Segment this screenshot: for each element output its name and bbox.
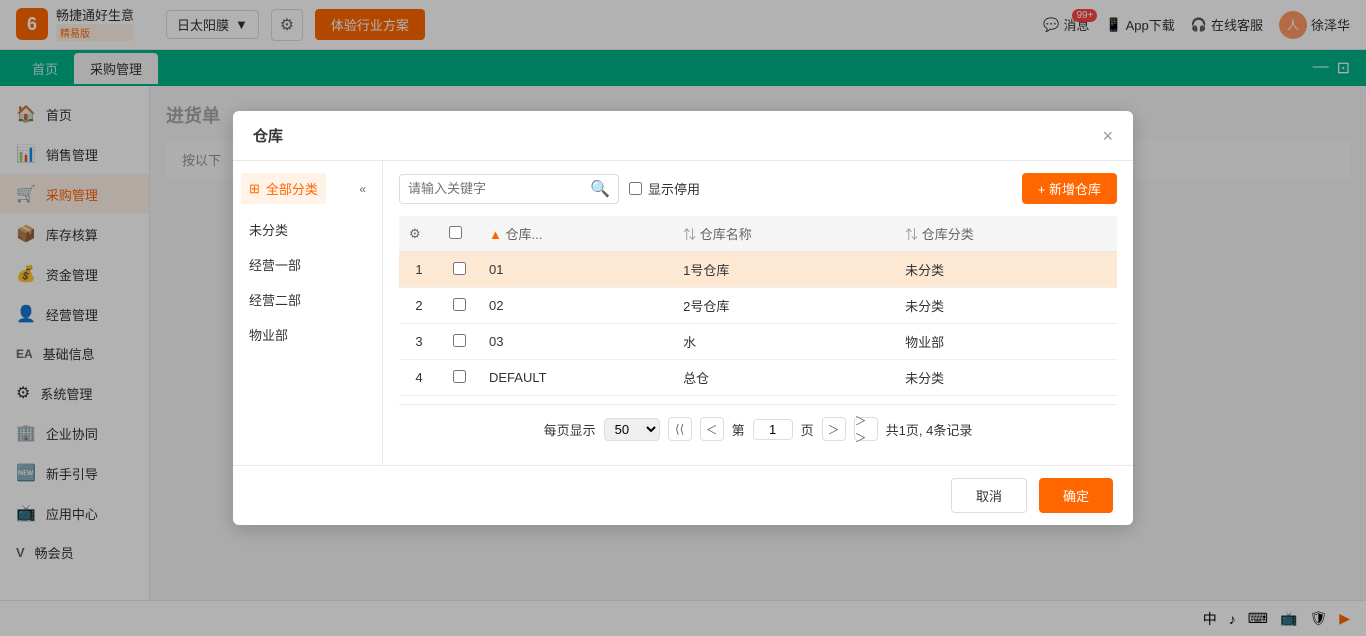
- row-num: 3: [399, 324, 439, 360]
- row-select-checkbox[interactable]: [453, 334, 466, 347]
- page-label: 第: [732, 420, 745, 439]
- row-num: 4: [399, 360, 439, 396]
- modal-sidebar-uncategorized-label: 未分类: [249, 220, 288, 239]
- modal-title: 仓库: [253, 125, 283, 146]
- modal-main-content: 🔍 显示停用 + 新增仓库 ⚙: [383, 161, 1133, 465]
- search-icon[interactable]: 🔍: [590, 179, 610, 199]
- modal-close-button[interactable]: ×: [1102, 127, 1113, 145]
- row-select-checkbox[interactable]: [453, 262, 466, 275]
- per-page-select[interactable]: 50 10 20 100: [604, 418, 660, 441]
- last-page-button[interactable]: ＞＞: [854, 417, 878, 441]
- row-category: 未分类: [895, 360, 1117, 396]
- next-page-button[interactable]: ＞: [822, 417, 846, 441]
- modal-overlay: 仓库 × ⊞ 全部分类 « 未分类 经营一部: [0, 0, 1366, 636]
- row-name: 水: [673, 324, 895, 360]
- modal-sidebar-all-label: 全部分类: [266, 179, 318, 198]
- modal-sidebar-collapse-btn[interactable]: «: [351, 178, 374, 200]
- sort-icon-category: ⇅: [905, 227, 918, 242]
- add-warehouse-button[interactable]: + 新增仓库: [1022, 173, 1117, 204]
- warehouse-modal: 仓库 × ⊞ 全部分类 « 未分类 经营一部: [233, 111, 1133, 525]
- th-checkbox: [439, 216, 479, 252]
- th-category[interactable]: ⇅ 仓库分类: [895, 216, 1117, 252]
- th-gear[interactable]: ⚙: [399, 216, 439, 252]
- table-row[interactable]: 2 02 2号仓库 未分类: [399, 288, 1117, 324]
- page-suffix: 页: [801, 420, 814, 439]
- row-code: 03: [479, 324, 673, 360]
- modal-sidebar-dept1-label: 经营一部: [249, 255, 301, 274]
- first-page-button[interactable]: ⟨⟨: [668, 417, 692, 441]
- cancel-button[interactable]: 取消: [951, 478, 1027, 513]
- modal-header: 仓库 ×: [233, 111, 1133, 161]
- row-code: 01: [479, 252, 673, 288]
- row-checkbox: [439, 324, 479, 360]
- row-code: DEFAULT: [479, 360, 673, 396]
- modal-sidebar: ⊞ 全部分类 « 未分类 经营一部 经营二部 物业部: [233, 161, 383, 465]
- table-row[interactable]: 4 DEFAULT 总仓 未分类: [399, 360, 1117, 396]
- modal-sidebar-dept2-label: 经营二部: [249, 290, 301, 309]
- row-checkbox: [439, 288, 479, 324]
- row-select-checkbox[interactable]: [453, 370, 466, 383]
- show-disabled-text: 显示停用: [648, 179, 700, 198]
- modal-sidebar-dept2[interactable]: 经营二部: [233, 282, 382, 317]
- table-body: 1 01 1号仓库 未分类 2: [399, 252, 1117, 396]
- pagination: 每页显示 50 10 20 100 ⟨⟨ ＜ 第 页 ＞ ＞＞ 共1页, 4条记…: [399, 404, 1117, 453]
- search-input[interactable]: [408, 181, 590, 196]
- table-row[interactable]: 1 01 1号仓库 未分类: [399, 252, 1117, 288]
- row-code: 02: [479, 288, 673, 324]
- th-name[interactable]: ⇅ 仓库名称: [673, 216, 895, 252]
- page-input[interactable]: [753, 419, 793, 440]
- sort-icon: ▲: [489, 227, 502, 242]
- row-num: 2: [399, 288, 439, 324]
- total-info: 共1页, 4条记录: [886, 420, 973, 439]
- modal-footer: 取消 确定: [233, 465, 1133, 525]
- confirm-button[interactable]: 确定: [1039, 478, 1113, 513]
- modal-sidebar-property[interactable]: 物业部: [233, 317, 382, 352]
- row-name: 1号仓库: [673, 252, 895, 288]
- prev-page-button[interactable]: ＜: [700, 417, 724, 441]
- th-code[interactable]: ▲ 仓库...: [479, 216, 673, 252]
- select-all-checkbox[interactable]: [449, 226, 462, 239]
- table-header: ⚙ ▲ 仓库... ⇅ 仓库名称: [399, 216, 1117, 252]
- show-disabled-label: 显示停用: [629, 179, 700, 198]
- modal-sidebar-all[interactable]: ⊞ 全部分类: [241, 173, 326, 204]
- row-name: 2号仓库: [673, 288, 895, 324]
- table-container: ⚙ ▲ 仓库... ⇅ 仓库名称: [399, 216, 1117, 396]
- row-category: 未分类: [895, 252, 1117, 288]
- row-num: 1: [399, 252, 439, 288]
- modal-sidebar-dept1[interactable]: 经营一部: [233, 247, 382, 282]
- row-select-checkbox[interactable]: [453, 298, 466, 311]
- row-checkbox: [439, 360, 479, 396]
- search-box: 🔍: [399, 174, 619, 204]
- show-disabled-checkbox[interactable]: [629, 182, 642, 195]
- per-page-label: 每页显示: [544, 420, 596, 439]
- row-category: 物业部: [895, 324, 1117, 360]
- modal-sidebar-uncategorized[interactable]: 未分类: [233, 212, 382, 247]
- table-row[interactable]: 3 03 水 物业部: [399, 324, 1117, 360]
- row-category: 未分类: [895, 288, 1117, 324]
- modal-body: ⊞ 全部分类 « 未分类 经营一部 经营二部 物业部: [233, 161, 1133, 465]
- modal-sidebar-property-label: 物业部: [249, 325, 288, 344]
- modal-toolbar: 🔍 显示停用 + 新增仓库: [399, 173, 1117, 204]
- row-checkbox: [439, 252, 479, 288]
- warehouse-table: ⚙ ▲ 仓库... ⇅ 仓库名称: [399, 216, 1117, 396]
- grid-icon: ⊞: [249, 181, 260, 197]
- row-name: 总仓: [673, 360, 895, 396]
- sort-icon-name: ⇅: [683, 227, 696, 242]
